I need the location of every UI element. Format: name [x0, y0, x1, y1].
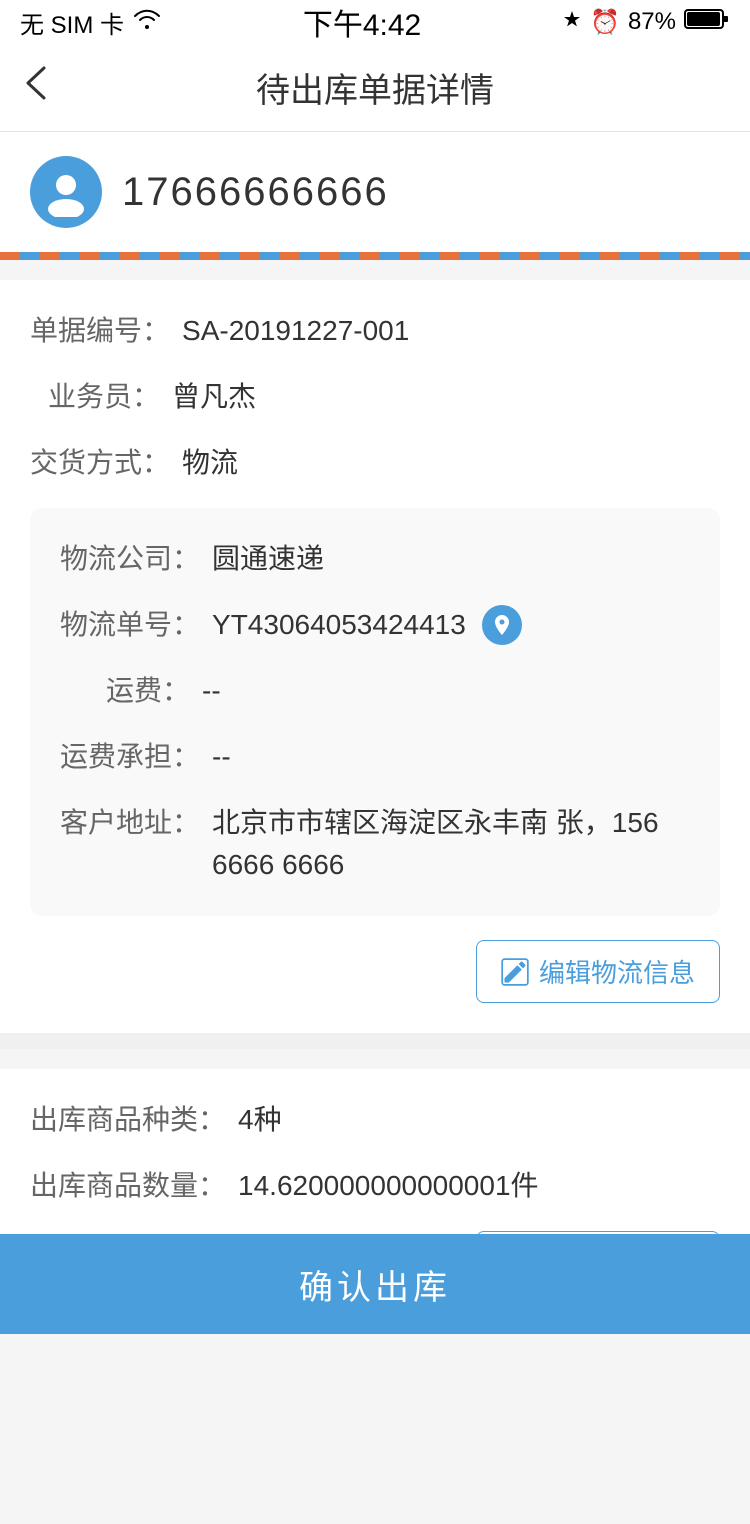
edit-logistics-label: 编辑物流信息 — [539, 953, 695, 990]
freight-value: -- — [202, 670, 690, 712]
page-title: 待出库单据详情 — [256, 63, 494, 112]
location-track-icon[interactable] — [482, 605, 522, 645]
product-type-value: 4种 — [238, 1099, 720, 1141]
product-type-row: 出库商品种类： 4种 — [30, 1099, 720, 1141]
logistics-company-row: 物流公司： 圆通速递 — [60, 538, 690, 580]
delivery-label: 交货方式： — [30, 442, 170, 484]
address-row: 客户地址： 北京市市辖区海淀区永丰南 张，156 6666 6666 — [60, 802, 690, 886]
battery-percent: 87% — [628, 8, 676, 36]
address-label: 客户地址： — [60, 802, 200, 844]
logistics-tracking-row: 物流单号： YT43064053424413 — [60, 604, 690, 646]
basic-info-section: 单据编号： SA-20191227-001 业务员： 曾凡杰 交货方式： 物流 … — [0, 280, 750, 1033]
bottom-spacer — [0, 1324, 750, 1524]
battery-icon — [684, 7, 730, 38]
logistics-company-value: 圆通速递 — [212, 538, 690, 580]
dashed-divider — [0, 252, 750, 260]
product-quantity-row: 出库商品数量： 14.620000000000001件 — [30, 1165, 720, 1207]
logistics-tracking-value: YT43064053424413 — [212, 604, 690, 646]
doc-number-row: 单据编号： SA-20191227-001 — [30, 310, 720, 352]
confirm-outbound-button[interactable]: 确认出库 — [0, 1234, 750, 1334]
wifi-icon — [132, 9, 162, 35]
freight-label: 运费： — [60, 670, 190, 712]
edit-logistics-button[interactable]: 编辑物流信息 — [476, 940, 720, 1003]
back-button[interactable] — [24, 64, 48, 111]
confirm-btn-container: 确认出库 — [0, 1234, 750, 1334]
freight-row: 运费： -- — [60, 670, 690, 712]
salesman-row: 业务员： 曾凡杰 — [30, 376, 720, 418]
tracking-number-text: YT43064053424413 — [212, 604, 466, 646]
status-left: 无 SIM 卡 — [20, 5, 162, 40]
avatar — [30, 156, 102, 228]
sim-status: 无 SIM 卡 — [20, 5, 124, 40]
product-quantity-label: 出库商品数量： — [30, 1165, 226, 1207]
location-status-icon — [562, 8, 582, 36]
product-type-label: 出库商品种类： — [30, 1099, 226, 1141]
alarm-icon: ⏰ — [590, 8, 620, 37]
status-right: ⏰ 87% — [562, 7, 730, 38]
freight-bearer-value: -- — [212, 736, 690, 778]
delivery-value: 物流 — [182, 442, 720, 484]
separator-1 — [0, 1033, 750, 1049]
delivery-row: 交货方式： 物流 — [30, 442, 720, 484]
logistics-card: 物流公司： 圆通速递 物流单号： YT43064053424413 运费： --… — [30, 508, 720, 916]
user-header: 17666666666 — [0, 132, 750, 252]
freight-bearer-row: 运费承担： -- — [60, 736, 690, 778]
freight-bearer-label: 运费承担： — [60, 736, 200, 778]
edit-logistics-container: 编辑物流信息 — [30, 940, 720, 1003]
status-time: 下午4:42 — [303, 0, 421, 44]
product-quantity-value: 14.620000000000001件 — [238, 1165, 720, 1207]
salesman-label: 业务员： — [30, 376, 160, 418]
nav-bar: 待出库单据详情 — [0, 44, 750, 132]
user-phone: 17666666666 — [122, 170, 389, 215]
status-bar: 无 SIM 卡 下午4:42 ⏰ 87% — [0, 0, 750, 44]
salesman-value: 曾凡杰 — [172, 376, 720, 418]
doc-number-label: 单据编号： — [30, 310, 170, 352]
logistics-tracking-label: 物流单号： — [60, 604, 200, 646]
doc-number-value: SA-20191227-001 — [182, 310, 720, 352]
confirm-btn-label: 确认出库 — [299, 1260, 451, 1309]
address-value: 北京市市辖区海淀区永丰南 张，156 6666 6666 — [212, 802, 690, 886]
logistics-company-label: 物流公司： — [60, 538, 200, 580]
